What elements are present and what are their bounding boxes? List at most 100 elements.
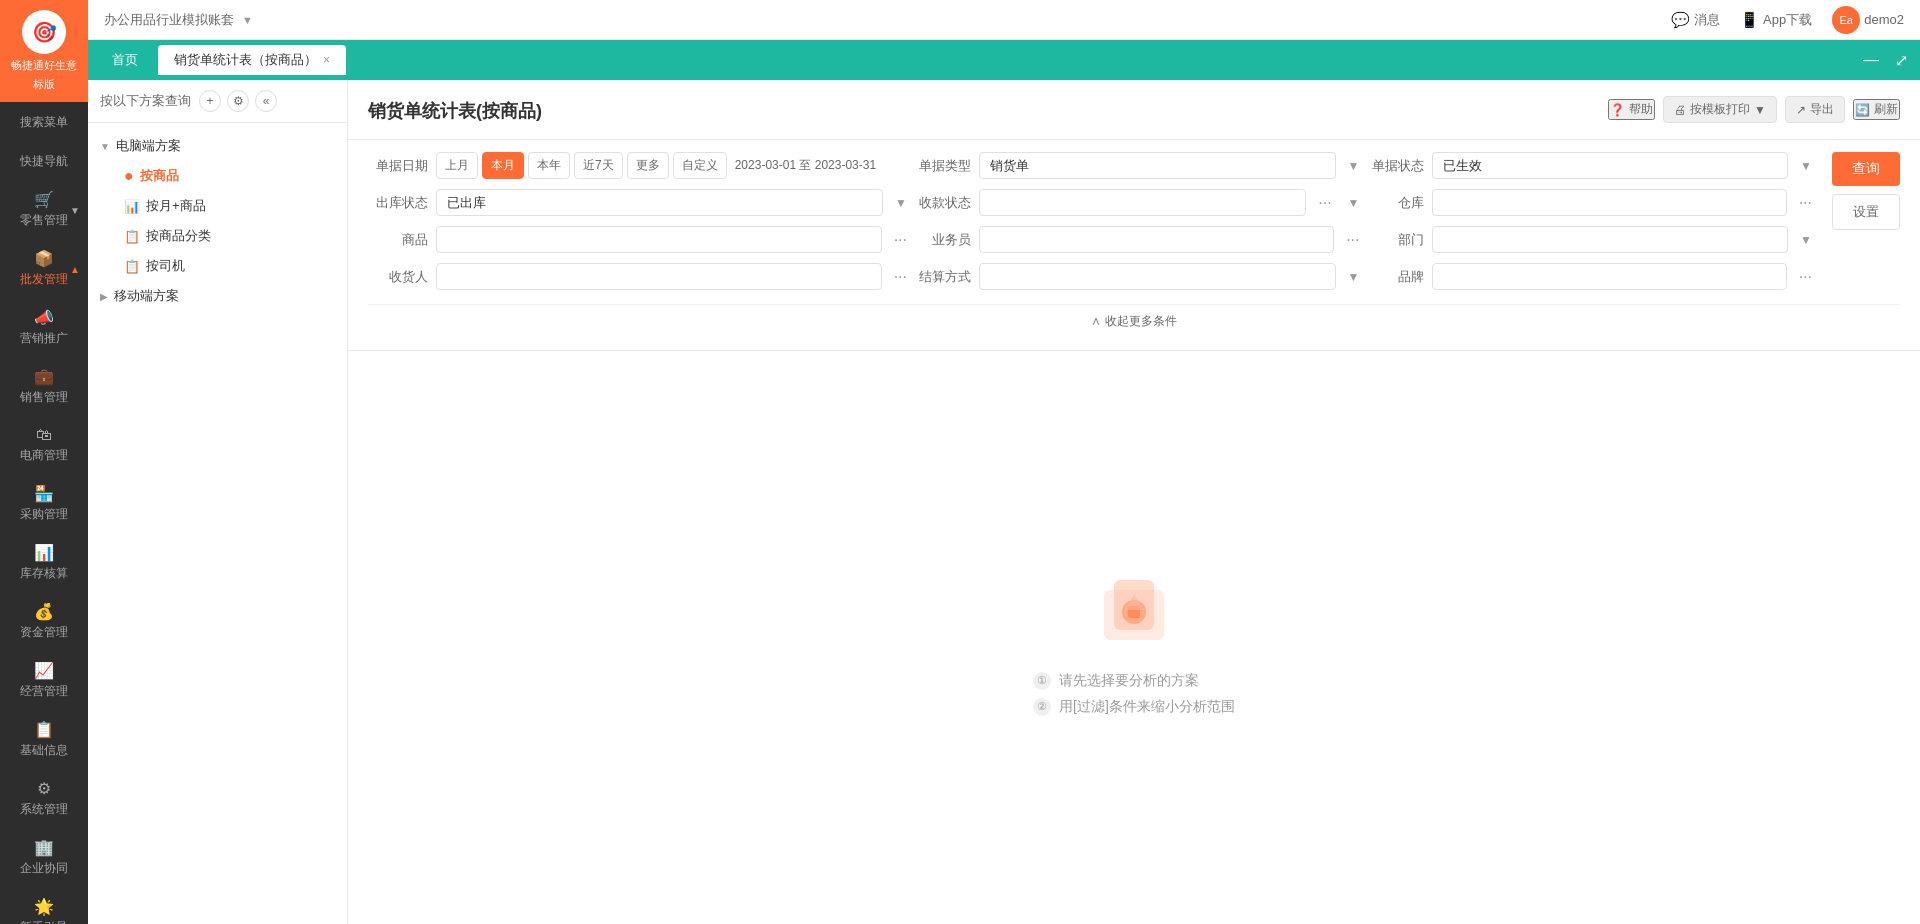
add-scheme-btn[interactable]: +	[199, 90, 221, 112]
department-label: 部门	[1364, 231, 1424, 249]
receiver-input[interactable]	[436, 263, 882, 290]
sidebar-item-finance[interactable]: 💰 资金管理	[0, 592, 88, 651]
system-icon: ⚙	[37, 779, 51, 798]
goods-label: 商品	[368, 231, 428, 249]
this-year-btn[interactable]: 本年	[528, 152, 570, 179]
sidebar-item-wholesale[interactable]: 📦 批发管理 ▲	[0, 239, 88, 298]
goods-input[interactable]	[436, 226, 882, 253]
collapse-panel-btn[interactable]: «	[255, 90, 277, 112]
sidebar-item-ecommerce[interactable]: 🛍 电商管理	[0, 416, 88, 474]
query-btn[interactable]: 查询	[1832, 152, 1900, 186]
empty-tips: ① 请先选择要分析的方案 ② 用[过滤]条件来缩小分析范围	[1033, 672, 1235, 716]
tree-item-by-goods[interactable]: ● 按商品	[112, 161, 347, 191]
department-chevron-icon[interactable]: ▼	[1796, 233, 1816, 247]
sidebar-item-system[interactable]: ⚙ 系统管理	[0, 769, 88, 828]
receiver-label: 收货人	[368, 268, 428, 286]
goods-dots-icon[interactable]: ···	[890, 231, 911, 249]
payment-chevron-icon[interactable]: ▼	[1344, 196, 1364, 210]
logo-icon: 🎯	[22, 10, 66, 54]
filter-group-date: 单据日期 上月 本月 本年 近7天 更多 自定义 2023-03-01 至 20…	[368, 152, 911, 179]
chevron-up-icon: ▲	[70, 263, 80, 274]
doc-status-input[interactable]	[1432, 152, 1789, 179]
brand-dots-icon[interactable]: ···	[1795, 268, 1816, 286]
inventory-icon: 📊	[34, 543, 54, 562]
tab-active[interactable]: 销货单统计表（按商品） ×	[158, 45, 346, 75]
doc-status-chevron-icon[interactable]: ▼	[1796, 159, 1816, 173]
minimize-btn[interactable]: —	[1859, 47, 1883, 74]
doc-status-label: 单据状态	[1364, 157, 1424, 175]
doc-type-input[interactable]	[979, 152, 1336, 179]
settlement-input[interactable]	[979, 263, 1336, 290]
date-label: 单据日期	[368, 157, 428, 175]
warehouse2-dots-icon[interactable]: ···	[1795, 194, 1816, 212]
sidebar-item-retail[interactable]: 🛒 零售管理 ▼	[0, 180, 88, 239]
close-icon[interactable]: ×	[323, 53, 330, 67]
warehouse-status-chevron-icon[interactable]: ▼	[891, 196, 911, 210]
settings-btn[interactable]: 设置	[1832, 194, 1900, 230]
tree-item-by-clerk[interactable]: 📋 按司机	[112, 251, 347, 281]
operations-icon: 📈	[34, 661, 54, 680]
tab-home[interactable]: 首页	[96, 45, 154, 75]
sidebar-item-label: 销售管理	[20, 389, 68, 406]
warehouse2-input[interactable]	[1432, 189, 1787, 216]
sidebar-search[interactable]: 搜索菜单	[0, 102, 88, 143]
filter-group-goods: 商品 ···	[368, 226, 911, 253]
export-btn[interactable]: ↗ 导出	[1785, 96, 1845, 123]
last7-btn[interactable]: 近7天	[574, 152, 623, 179]
chevron-down-icon: ▼	[242, 14, 253, 26]
salesperson-input[interactable]	[979, 226, 1334, 253]
print-btn[interactable]: 🖨 按模板打印 ▼	[1663, 96, 1777, 123]
page-actions: ❓ 帮助 🖨 按模板打印 ▼ ↗ 导出 🔄	[1608, 92, 1900, 131]
refresh-btn[interactable]: 🔄 刷新	[1853, 99, 1900, 120]
collapse-conditions-btn[interactable]: ∧ 收起更多条件	[368, 304, 1900, 338]
warehouse-status-label: 出库状态	[368, 194, 428, 212]
main-content: 办公用品行业模拟账套 ▼ 💬 消息 📱 App下载 Ea demo2 首页	[88, 0, 1920, 924]
sidebar-item-basic[interactable]: 📋 基础信息	[0, 710, 88, 769]
logo-subtitle: 标版	[33, 77, 55, 92]
warehouse-status-input[interactable]	[436, 189, 883, 216]
department-input[interactable]	[1432, 226, 1789, 253]
brand-input[interactable]	[1432, 263, 1787, 290]
salesperson-dots-icon[interactable]: ···	[1342, 231, 1363, 249]
sidebar-item-operations[interactable]: 📈 经营管理	[0, 651, 88, 710]
empty-icon	[1084, 560, 1184, 660]
more-date-btn[interactable]: 更多	[627, 152, 669, 179]
payment-dots-icon[interactable]: ···	[1314, 194, 1335, 212]
chart-icon: 📊	[124, 199, 140, 214]
wholesale-icon: 📦	[34, 249, 54, 268]
empty-tip-1: ① 请先选择要分析的方案	[1033, 672, 1235, 690]
user-menu[interactable]: Ea demo2	[1832, 6, 1904, 34]
last-month-btn[interactable]: 上月	[436, 152, 478, 179]
sidebar-quick-nav[interactable]: 快捷导航	[0, 143, 88, 180]
sidebar-item-enterprise[interactable]: 🏢 企业协同	[0, 828, 88, 887]
sidebar-item-purchase[interactable]: 🏪 采购管理	[0, 474, 88, 533]
help-btn[interactable]: ❓ 帮助	[1608, 99, 1655, 120]
sidebar-item-label: 企业协同	[20, 860, 68, 877]
page-header: 销货单统计表(按商品) ❓ 帮助 🖨 按模板打印 ▼ ↗	[348, 80, 1920, 140]
maximize-btn[interactable]: ⤢	[1891, 47, 1912, 74]
tree-mobile-section[interactable]: ▶ 移动端方案	[88, 281, 347, 311]
tip2-number: ②	[1033, 698, 1051, 716]
content-area: 按以下方案查询 + ⚙ « ▼ 电脑端方案 ● 按商品	[88, 80, 1920, 924]
right-panel: 销货单统计表(按商品) ❓ 帮助 🖨 按模板打印 ▼ ↗	[348, 80, 1920, 924]
this-month-btn[interactable]: 本月	[482, 152, 524, 179]
marketing-icon: 📣	[34, 308, 54, 327]
tree-pc-section[interactable]: ▼ 电脑端方案	[88, 131, 347, 161]
sidebar-item-marketing[interactable]: 📣 营销推广	[0, 298, 88, 357]
settings-scheme-btn[interactable]: ⚙	[227, 90, 249, 112]
app-download-btn[interactable]: 📱 App下载	[1740, 11, 1812, 29]
sidebar-item-inventory[interactable]: 📊 库存核算	[0, 533, 88, 592]
message-btn[interactable]: 💬 消息	[1671, 11, 1720, 29]
sidebar-item-guide[interactable]: 🌟 新手引导	[0, 887, 88, 924]
receiver-dots-icon[interactable]: ···	[890, 268, 911, 286]
basic-icon: 📋	[34, 720, 54, 739]
custom-date-btn[interactable]: 自定义	[673, 152, 727, 179]
tree-item-by-month-goods[interactable]: 📊 按月+商品	[112, 191, 347, 221]
app-logo[interactable]: 🎯 畅捷通好生意 标版	[0, 0, 88, 102]
settlement-chevron-icon[interactable]: ▼	[1344, 270, 1364, 284]
doc-type-chevron-icon[interactable]: ▼	[1344, 159, 1364, 173]
left-panel: 按以下方案查询 + ⚙ « ▼ 电脑端方案 ● 按商品	[88, 80, 348, 924]
payment-input[interactable]	[979, 189, 1306, 216]
sidebar-item-sales[interactable]: 💼 销售管理	[0, 357, 88, 416]
tree-item-by-goods-cat[interactable]: 📋 按商品分类	[112, 221, 347, 251]
